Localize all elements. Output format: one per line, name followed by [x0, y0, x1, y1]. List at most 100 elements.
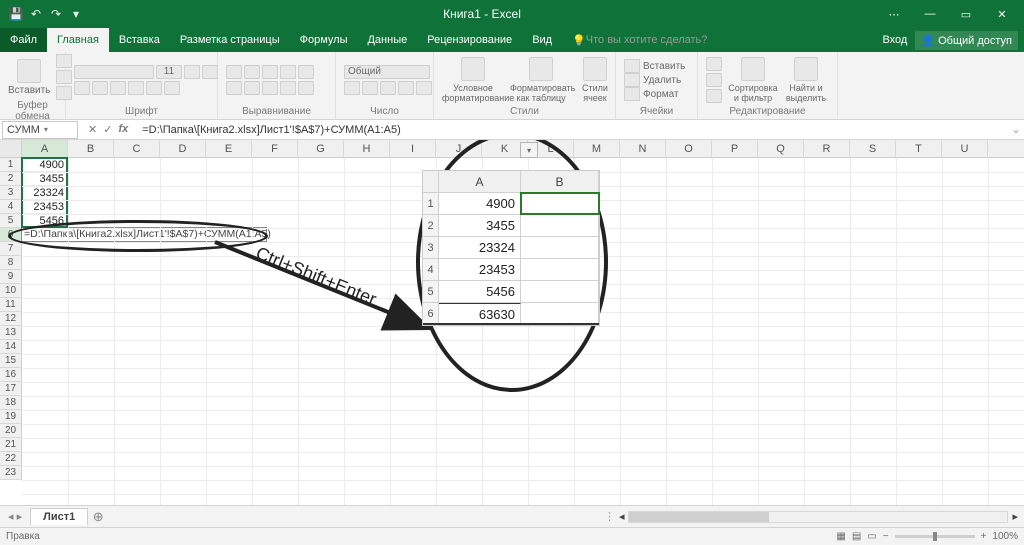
row-header[interactable]: 2: [0, 172, 21, 186]
inset-rh[interactable]: 5: [423, 281, 439, 302]
col-header[interactable]: G: [298, 140, 344, 157]
inset-rh[interactable]: 1: [423, 193, 439, 214]
sheet-tab-active[interactable]: Лист1: [30, 508, 88, 525]
expand-formula-bar-icon[interactable]: ⌄: [1008, 123, 1024, 136]
qat-dropdown-icon[interactable]: ▾: [68, 6, 84, 22]
row-header[interactable]: 6: [0, 228, 21, 242]
fill-icon[interactable]: [706, 73, 722, 87]
row-header[interactable]: 11: [0, 298, 21, 312]
tell-me-search[interactable]: 💡 Что вы хотите сделать?: [562, 28, 876, 52]
tab-page-layout[interactable]: Разметка страницы: [170, 28, 290, 52]
row-header[interactable]: 13: [0, 326, 21, 340]
bold-icon[interactable]: [74, 81, 90, 95]
ribbon-options-icon[interactable]: ⋯: [880, 4, 908, 24]
tab-data[interactable]: Данные: [357, 28, 417, 52]
format-as-table-button[interactable]: Форматировать как таблицу: [510, 57, 572, 103]
row-header[interactable]: 16: [0, 368, 21, 382]
fill-color-icon[interactable]: [146, 81, 162, 95]
minimize-button[interactable]: —: [916, 4, 944, 24]
inset-b4[interactable]: [521, 259, 599, 280]
col-header[interactable]: U: [942, 140, 988, 157]
tab-formulas[interactable]: Формулы: [290, 28, 358, 52]
col-header[interactable]: D: [160, 140, 206, 157]
border-icon[interactable]: [128, 81, 144, 95]
row-header[interactable]: 1: [0, 158, 21, 172]
zoom-in-button[interactable]: +: [981, 531, 987, 542]
view-normal-icon[interactable]: ▦: [836, 531, 845, 542]
underline-icon[interactable]: [110, 81, 126, 95]
font-name-combo[interactable]: [74, 65, 154, 79]
row-header[interactable]: 21: [0, 438, 21, 452]
merge-icon[interactable]: [298, 81, 314, 95]
percent-icon[interactable]: [362, 81, 378, 95]
row-header[interactable]: 22: [0, 452, 21, 466]
col-header[interactable]: Q: [758, 140, 804, 157]
zoom-out-button[interactable]: −: [883, 531, 889, 542]
add-sheet-button[interactable]: ⊕: [88, 509, 108, 525]
col-header[interactable]: P: [712, 140, 758, 157]
col-header[interactable]: B: [68, 140, 114, 157]
inset-a1[interactable]: 4900: [439, 193, 521, 214]
col-header[interactable]: J: [436, 140, 482, 157]
align-top-icon[interactable]: [226, 65, 242, 79]
row-header[interactable]: 14: [0, 340, 21, 354]
currency-icon[interactable]: [344, 81, 360, 95]
decrease-indent-icon[interactable]: [280, 81, 296, 95]
format-cells-icon[interactable]: [624, 87, 640, 101]
cancel-formula-icon[interactable]: ✕: [88, 123, 97, 136]
autosum-icon[interactable]: [706, 57, 722, 71]
row-header[interactable]: 18: [0, 396, 21, 410]
row-header[interactable]: 17: [0, 382, 21, 396]
comma-icon[interactable]: [380, 81, 396, 95]
cell-a4[interactable]: 23453: [22, 200, 68, 214]
align-left-icon[interactable]: [226, 81, 242, 95]
row-header[interactable]: 20: [0, 424, 21, 438]
number-format-combo[interactable]: Общий: [344, 65, 430, 79]
align-bottom-icon[interactable]: [262, 65, 278, 79]
font-size-combo[interactable]: 11: [156, 65, 182, 79]
inset-b5[interactable]: [521, 281, 599, 302]
share-button[interactable]: 👤 Общий доступ: [915, 31, 1018, 50]
row-header[interactable]: 9: [0, 270, 21, 284]
format-label[interactable]: Формат: [643, 89, 679, 100]
col-header[interactable]: E: [206, 140, 252, 157]
inset-a2[interactable]: 3455: [439, 215, 521, 236]
maximize-button[interactable]: ▭: [952, 4, 980, 24]
inset-col-b[interactable]: B: [521, 171, 599, 192]
inset-a4[interactable]: 23453: [439, 259, 521, 280]
inset-a5[interactable]: 5456: [439, 281, 521, 302]
insert-cells-icon[interactable]: [624, 59, 640, 73]
decrease-font-icon[interactable]: [202, 65, 218, 79]
scroll-right-icon[interactable]: ▸: [1012, 510, 1018, 523]
col-header[interactable]: T: [896, 140, 942, 157]
close-button[interactable]: ✕: [988, 4, 1016, 24]
align-right-icon[interactable]: [262, 81, 278, 95]
col-header[interactable]: I: [390, 140, 436, 157]
filter-dropdown-icon[interactable]: ▾: [520, 142, 538, 158]
wrap-text-icon[interactable]: [298, 65, 314, 79]
find-select-button[interactable]: Найти и выделить: [784, 57, 828, 103]
row-header[interactable]: 4: [0, 200, 21, 214]
align-center-icon[interactable]: [244, 81, 260, 95]
formula-input[interactable]: =D:\Папка\[Книга2.xlsx]Лист1'!$A$7)+СУММ…: [136, 124, 1008, 136]
zoom-slider[interactable]: [895, 535, 975, 538]
row-header[interactable]: 5: [0, 214, 21, 228]
save-icon[interactable]: 💾: [8, 6, 24, 22]
cell-a1[interactable]: 4900: [22, 158, 68, 172]
sort-filter-button[interactable]: Сортировка и фильтр: [728, 57, 778, 103]
col-header[interactable]: F: [252, 140, 298, 157]
tab-home[interactable]: Главная: [47, 28, 109, 52]
row-header[interactable]: 7: [0, 242, 21, 256]
col-header[interactable]: M: [574, 140, 620, 157]
cell-a6-editing[interactable]: =D:\Папка\[Книга2.xlsx]Лист1'!$A$7)+СУММ…: [21, 227, 267, 242]
undo-icon[interactable]: ↶: [28, 6, 44, 22]
name-box-dropdown-icon[interactable]: ▾: [40, 125, 52, 134]
insert-label[interactable]: Вставить: [643, 61, 685, 72]
inset-b2[interactable]: [521, 215, 599, 236]
row-header[interactable]: 23: [0, 466, 21, 480]
worksheet[interactable]: A B C D E F G H I J K L M N O P Q R S T …: [0, 140, 1024, 505]
tab-view[interactable]: Вид: [522, 28, 562, 52]
enter-formula-icon[interactable]: ✓: [103, 123, 112, 136]
view-page-break-icon[interactable]: ▭: [867, 531, 876, 542]
zoom-percent[interactable]: 100%: [992, 531, 1018, 542]
